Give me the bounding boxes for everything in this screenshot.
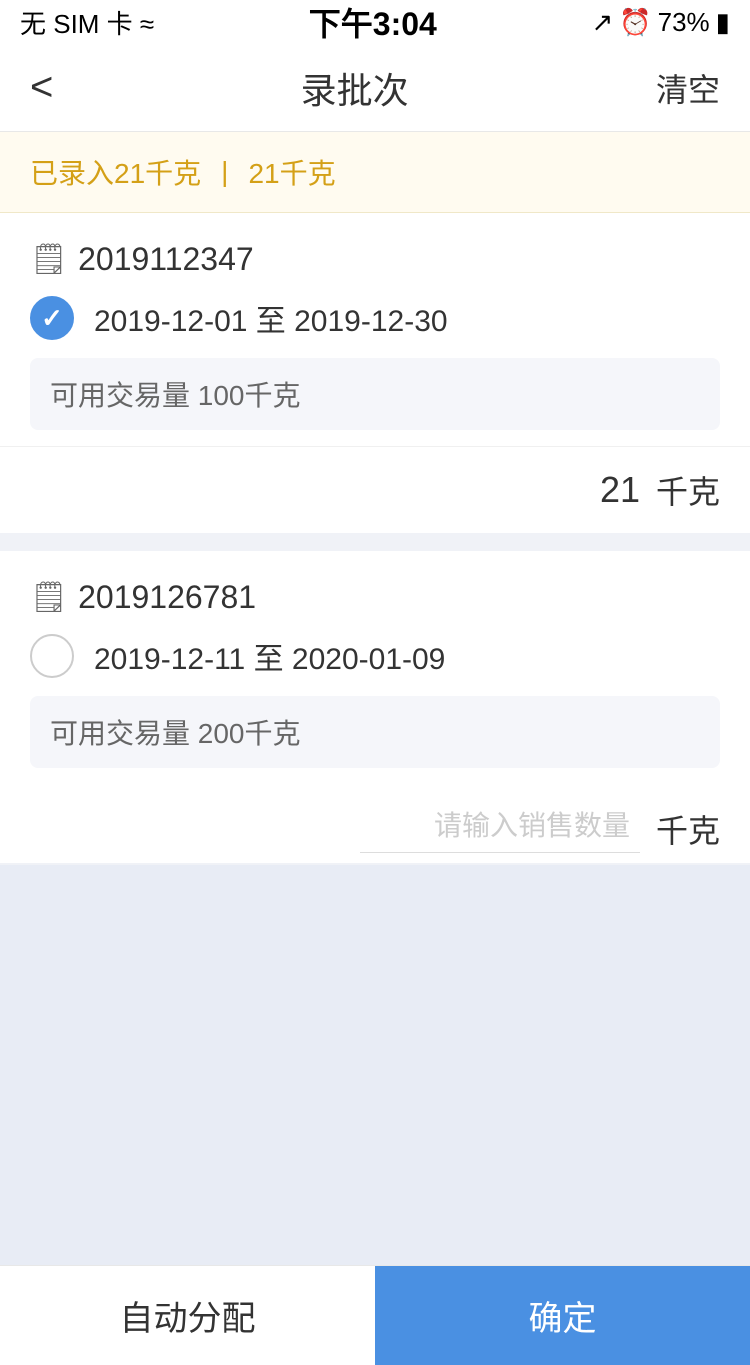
batch-1-id: 2019112347 [78, 241, 254, 278]
alarm-icon: ⏰ [619, 7, 651, 38]
batch-1-available: 可用交易量 100千克 [30, 358, 720, 430]
batch-2-available: 可用交易量 200千克 [30, 696, 720, 768]
batch-1-checkbox[interactable] [30, 296, 74, 340]
section-separator [0, 535, 750, 551]
location-icon: ↗ [591, 7, 613, 38]
batch-2-header: 🗒 2019126781 [0, 551, 750, 626]
batch-2-date: 2019-12-11 至 2020-01-09 [94, 634, 445, 678]
confirm-button[interactable]: 确定 [375, 1266, 750, 1365]
status-left: 无 SIM 卡 ≈ [20, 4, 154, 41]
batch-1-quantity-unit: 千克 [656, 467, 720, 513]
status-time: 下午3:04 [309, 0, 437, 45]
bottom-buttons: 自动分配 确定 [0, 1265, 750, 1365]
batch-2-checkbox[interactable] [30, 634, 74, 678]
batch-2-unit: 千克 [656, 806, 720, 852]
batch-1-quantity-value: 21 [600, 469, 640, 511]
status-right: ↗ ⏰ 73% ▮ [591, 7, 730, 38]
status-bar: 无 SIM 卡 ≈ 下午3:04 ↗ ⏰ 73% ▮ [0, 0, 750, 44]
batch-1-icon: 🗒 [30, 242, 68, 277]
batch-2-input-area: 请输入销售数量 [30, 804, 640, 853]
batch-1-date: 2019-12-01 至 2019-12-30 [94, 296, 448, 340]
batch-card-1: 🗒 2019112347 2019-12-01 至 2019-12-30 可用交… [0, 213, 750, 533]
batch-1-quantity-row: 21 千克 [0, 446, 750, 533]
batch-2-date-row: 2019-12-11 至 2020-01-09 [0, 626, 750, 686]
batch-2-input-underline [360, 852, 640, 853]
info-divider: | [221, 156, 228, 188]
no-sim-text: 无 SIM 卡 ≈ [20, 4, 154, 41]
recorded-label: 已录入21千克 [30, 152, 201, 192]
clear-button[interactable]: 清空 [656, 65, 720, 111]
gray-area [0, 865, 750, 1265]
batch-2-icon: 🗒 [30, 580, 68, 615]
info-amount: 21千克 [248, 152, 335, 192]
battery-text: 73% [658, 7, 710, 38]
page-title: 录批次 [301, 62, 409, 114]
back-button[interactable]: < [30, 65, 53, 110]
batch-2-id: 2019126781 [78, 579, 256, 616]
batch-2-input-placeholder[interactable]: 请输入销售数量 [30, 804, 640, 844]
auto-distribute-button[interactable]: 自动分配 [0, 1266, 375, 1365]
battery-icon: ▮ [716, 7, 730, 38]
batch-1-date-row: 2019-12-01 至 2019-12-30 [0, 288, 750, 348]
batch-1-header: 🗒 2019112347 [0, 213, 750, 288]
batch-card-2: 🗒 2019126781 2019-12-11 至 2020-01-09 可用交… [0, 551, 750, 863]
nav-bar: < 录批次 清空 [0, 44, 750, 132]
info-banner: 已录入21千克 | 21千克 [0, 132, 750, 213]
batch-2-input-row: 请输入销售数量 千克 [0, 784, 750, 863]
